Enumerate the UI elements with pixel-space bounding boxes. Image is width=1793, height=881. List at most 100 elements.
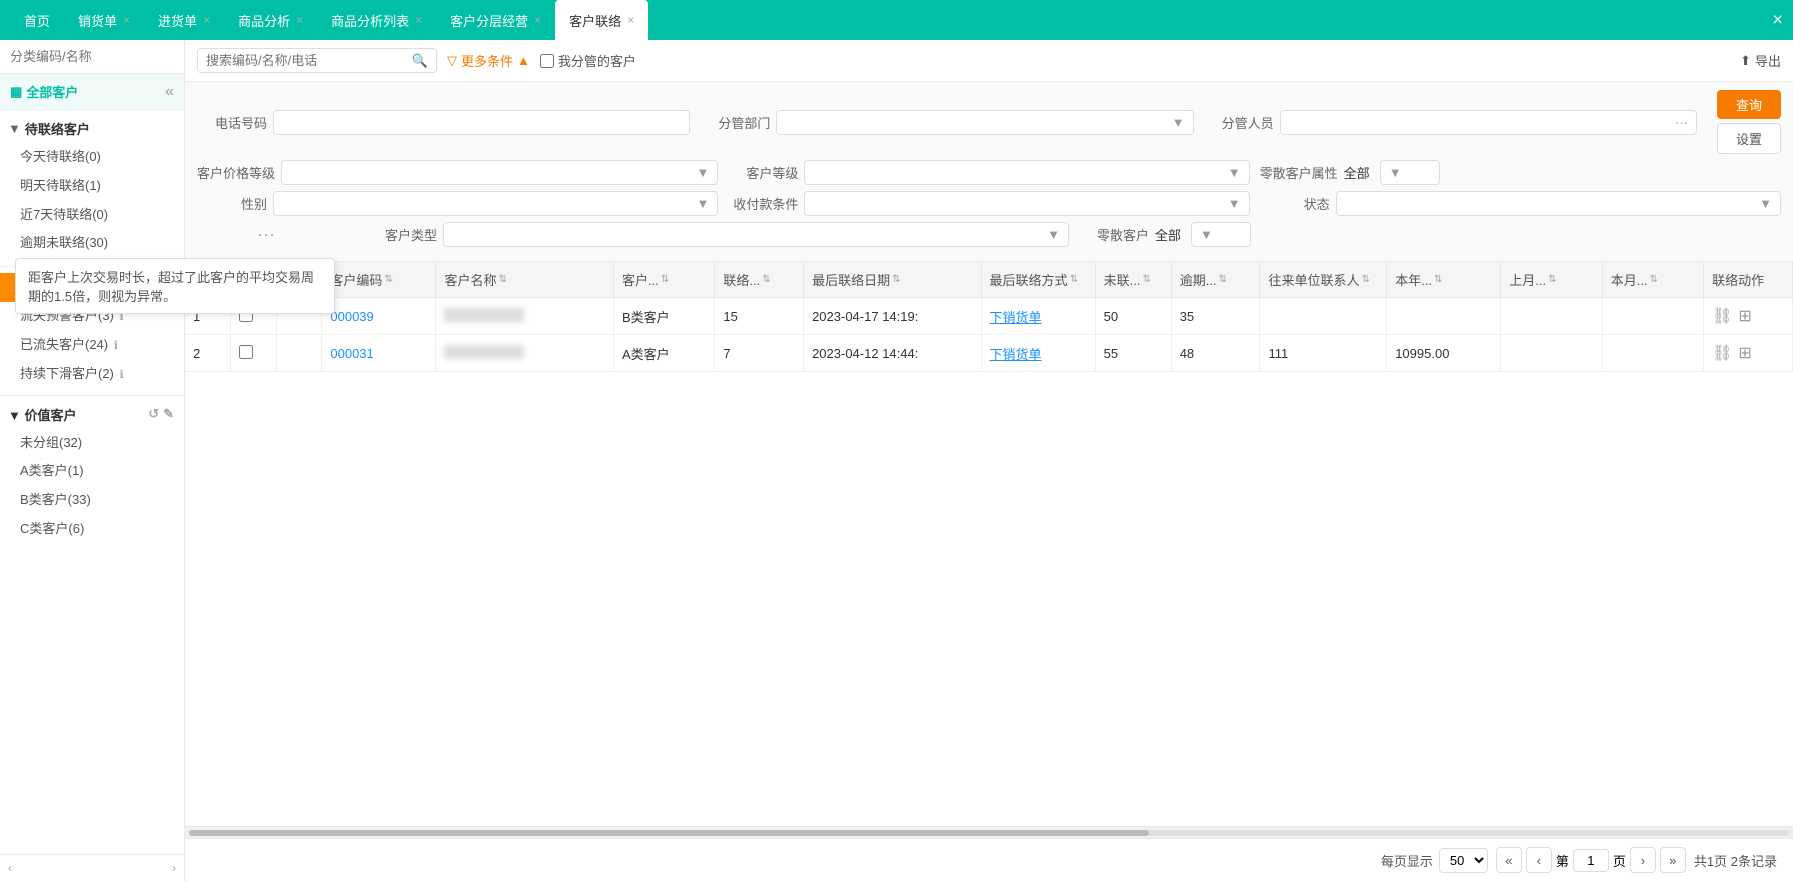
dept-select[interactable]: ▼ (776, 110, 1193, 135)
th-company-contact: 往来单位联系人 ⇅ (1260, 262, 1387, 298)
nav-sales[interactable]: 销货单 × (64, 0, 144, 40)
close-all-tabs-btn[interactable]: × (1772, 10, 1783, 31)
price-level-select[interactable]: ▼ (281, 160, 718, 185)
content-area: 🔍 ▽ 更多条件 ▲ 我分管的客户 ⬆ 导出 电话号码 (185, 40, 1793, 881)
sidebar-item-churned[interactable]: 已流失客户(24) ℹ (0, 331, 184, 360)
cell-contact: 15 (715, 298, 804, 335)
cell-action: ⛓ ⊞ (1704, 298, 1793, 335)
export-icon: ⬆ (1740, 53, 1751, 69)
th-uncontact: 未联... ⇅ (1095, 262, 1171, 298)
edit-icon[interactable]: ✎ (163, 406, 174, 422)
cell-code[interactable]: 000039 (322, 298, 436, 335)
sidebar-item-b-class[interactable]: B类客户(33) (0, 486, 184, 515)
method-link[interactable]: 下销货单 (990, 310, 1042, 325)
per-page-select[interactable]: 50 (1439, 848, 1488, 873)
sort-year-icon[interactable]: ⇅ (1434, 274, 1442, 285)
sidebar-pending-section-title[interactable]: ▼ 待联络客户 (0, 114, 184, 143)
gender-select[interactable]: ▼ (273, 191, 718, 216)
nav-customer-contact[interactable]: 客户联络 × (555, 0, 648, 40)
sidebar-item-declining[interactable]: 持续下滑客户(2) ℹ (0, 360, 184, 389)
close-purchase-tab[interactable]: × (203, 13, 210, 27)
filter-phone: 电话号码 (197, 110, 690, 135)
sidebar-item-tomorrow[interactable]: 明天待联络(1) (0, 172, 184, 201)
more-conditions-btn[interactable]: ▽ 更多条件 ▲ (447, 51, 530, 70)
cust-level-select[interactable]: ▼ (804, 160, 1249, 185)
th-year: 本年... ⇅ (1387, 262, 1501, 298)
close-customer-segment-tab[interactable]: × (534, 13, 541, 27)
manager-select[interactable]: ··· (1280, 110, 1697, 135)
close-sales-tab[interactable]: × (123, 13, 130, 27)
row-checkbox-1[interactable] (239, 345, 253, 359)
sort-date-icon[interactable]: ⇅ (892, 274, 900, 285)
query-btn[interactable]: 查询 (1717, 90, 1781, 119)
close-product-analysis-tab[interactable]: × (296, 13, 303, 27)
cust-type-select[interactable]: ▼ (443, 222, 1069, 247)
sidebar-item-7days[interactable]: 近7天待联络(0) (0, 201, 184, 230)
sort-uncontact-icon[interactable]: ⇅ (1142, 274, 1150, 285)
sidebar-value-section-title[interactable]: ▼ 价值客户 ↺ ✎ (0, 400, 184, 429)
sort-cust-icon[interactable]: ⇅ (661, 274, 669, 285)
cell-year: 10995.00 (1387, 335, 1501, 372)
info-icon-4: ℹ (120, 369, 124, 381)
retail-attr-select[interactable]: ▼ (1380, 160, 1440, 185)
method-link[interactable]: 下销货单 (990, 347, 1042, 362)
info-icon-3: ℹ (114, 340, 118, 352)
sidebar-item-c-class[interactable]: C类客户(6) (0, 515, 184, 544)
search-submit-icon[interactable]: 🔍 (404, 53, 436, 69)
search-input[interactable] (198, 49, 404, 72)
first-page-btn[interactable]: « (1496, 847, 1522, 873)
sidebar-scroll-left[interactable]: ‹ (8, 861, 12, 875)
scrollbar-thumb[interactable] (189, 830, 1149, 836)
page-number-input[interactable] (1573, 849, 1609, 872)
prev-page-btn[interactable]: ‹ (1526, 847, 1552, 873)
sidebar-item-a-class[interactable]: A类客户(1) (0, 457, 184, 486)
sidebar-item-today[interactable]: 今天待联络(0) (0, 143, 184, 172)
close-customer-contact-tab[interactable]: × (627, 13, 634, 27)
sidebar-pending-section: ▼ 待联络客户 今天待联络(0) 明天待联络(1) 近7天待联络(0) 逾期未联… (0, 110, 184, 262)
sidebar-search-input[interactable] (10, 49, 185, 64)
action-grid-icon[interactable]: ⊞ (1738, 306, 1751, 326)
sidebar-item-overdue[interactable]: 逾期未联络(30) (0, 229, 184, 258)
action-link-icon[interactable]: ⛓ (1712, 343, 1732, 363)
nav-customer-segment[interactable]: 客户分层经营 × (436, 0, 555, 40)
action-link-icon[interactable]: ⛓ (1712, 306, 1732, 326)
sort-thismonth-icon[interactable]: ⇅ (1650, 274, 1658, 285)
my-customers-checkbox[interactable] (540, 54, 554, 68)
retail-select[interactable]: ▼ (1191, 222, 1251, 247)
sort-lastmonth-icon[interactable]: ⇅ (1548, 274, 1556, 285)
sidebar-scroll-right[interactable]: › (172, 861, 176, 875)
nav-home[interactable]: 首页 (10, 0, 64, 40)
status-select[interactable]: ▼ (1336, 191, 1781, 216)
cell-num: 2 (185, 335, 231, 372)
phone-input[interactable] (273, 110, 690, 135)
nav-purchase[interactable]: 进货单 × (144, 0, 224, 40)
nav-product-analysis[interactable]: 商品分析 × (224, 0, 317, 40)
cell-thismonth (1602, 335, 1703, 372)
my-customers-checkbox-wrap[interactable]: 我分管的客户 (540, 51, 636, 70)
nav-product-analysis-list[interactable]: 商品分析列表 × (317, 0, 436, 40)
sort-overdue-icon[interactable]: ⇅ (1219, 274, 1227, 285)
filter-manager: 分管人员 ··· (1204, 110, 1697, 135)
sort-name-icon[interactable]: ⇅ (498, 274, 506, 285)
sort-contact-icon[interactable]: ⇅ (762, 274, 770, 285)
export-btn[interactable]: ⬆ 导出 (1740, 51, 1781, 70)
payment-select[interactable]: ▼ (804, 191, 1249, 216)
sidebar-collapse-btn[interactable]: « (165, 83, 174, 101)
sort-company-icon[interactable]: ⇅ (1361, 274, 1369, 285)
cell-method[interactable]: 下销货单 (981, 298, 1095, 335)
sort-method-icon[interactable]: ⇅ (1070, 274, 1078, 285)
settings-btn[interactable]: 设置 (1717, 123, 1781, 154)
action-grid-icon[interactable]: ⊞ (1738, 343, 1751, 363)
cell-code[interactable]: 000031 (322, 335, 436, 372)
sort-code-icon[interactable]: ⇅ (384, 274, 392, 285)
sidebar-all-customers-title[interactable]: ▦ 全部客户 (10, 82, 78, 101)
next-page-btn[interactable]: › (1630, 847, 1656, 873)
sidebar-header: ▦ 全部客户 « (0, 74, 184, 110)
close-product-analysis-list-tab[interactable]: × (415, 13, 422, 27)
chevron-up-icon: ▲ (517, 53, 530, 68)
horizontal-scrollbar[interactable] (185, 826, 1793, 838)
refresh-icon[interactable]: ↺ (148, 406, 159, 422)
last-page-btn[interactable]: » (1660, 847, 1686, 873)
cell-method[interactable]: 下销货单 (981, 335, 1095, 372)
sidebar-item-ungroup[interactable]: 未分组(32) (0, 429, 184, 458)
